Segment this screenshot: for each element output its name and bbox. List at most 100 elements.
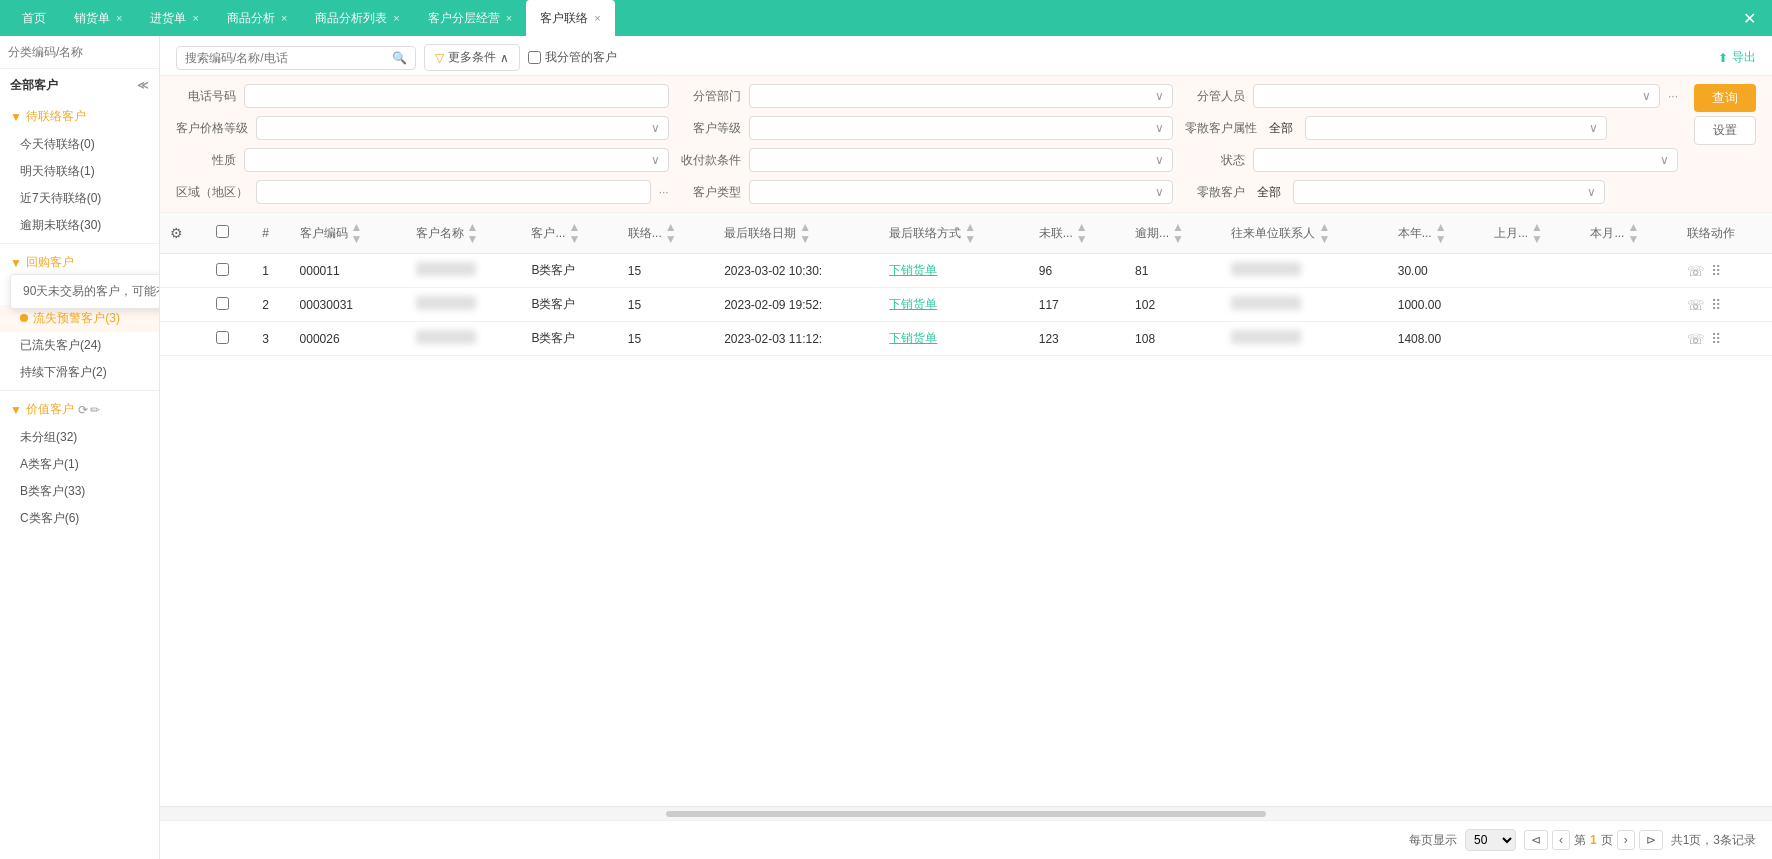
main-search-icon[interactable]: 🔍 (392, 51, 407, 65)
contact-icon[interactable]: ☏ (1687, 331, 1705, 347)
status-select[interactable]: ∨ (1253, 148, 1678, 172)
dept-select[interactable]: ∨ (749, 84, 1174, 108)
select-all-checkbox[interactable] (216, 225, 229, 238)
sidebar-item-class-b[interactable]: B类客户(33) (0, 478, 159, 505)
prev-page-button[interactable]: ‹ (1552, 830, 1570, 850)
value-group-edit-icon[interactable]: ✏ (90, 403, 100, 417)
customer-level-select[interactable]: ∨ (749, 116, 1174, 140)
export-button[interactable]: ⬆ 导出 (1718, 49, 1756, 66)
col-contacts[interactable]: 联络... ▲▼ (618, 213, 714, 254)
sidebar-item-churned[interactable]: 已流失客户(24) (0, 332, 159, 359)
last-way-link[interactable]: 下销货单 (889, 331, 937, 345)
row-checkbox[interactable] (216, 297, 229, 310)
row-checkbox-cell[interactable] (206, 322, 252, 356)
contact-icon[interactable]: ☏ (1687, 263, 1705, 279)
app-close-button[interactable]: ✕ (1735, 9, 1764, 28)
col-last-month[interactable]: 上月... ▲▼ (1484, 213, 1580, 254)
row-last-way-cell[interactable]: 下销货单 (879, 288, 1028, 322)
region-input[interactable] (256, 180, 651, 204)
row-checkbox[interactable] (216, 331, 229, 344)
price-level-select[interactable]: ∨ (256, 116, 669, 140)
sidebar-item-overdue[interactable]: 逾期未联络(30) (0, 212, 159, 239)
tab-home[interactable]: 首页 (8, 0, 60, 36)
col-this-month[interactable]: 本月... ▲▼ (1580, 213, 1676, 254)
tab-close-purchase-order[interactable]: × (192, 12, 198, 24)
manager-select[interactable]: ∨ (1253, 84, 1660, 108)
payment-select[interactable]: ∨ (749, 148, 1174, 172)
tab-close-sales-order[interactable]: × (116, 12, 122, 24)
col-name[interactable]: 客户名称 ▲▼ (406, 213, 522, 254)
main-search-input[interactable] (185, 51, 392, 65)
horizontal-scrollbar[interactable] (160, 806, 1772, 820)
tab-product-analysis-list[interactable]: 商品分析列表 × (301, 0, 413, 36)
col-last-contact-way[interactable]: 最后联络方式 ▲▼ (879, 213, 1028, 254)
more-conditions-button[interactable]: ▽ 更多条件 ∧ (424, 44, 520, 71)
last-way-link[interactable]: 下销货单 (889, 297, 937, 311)
filter-field-manager: 分管人员 ∨ ··· (1185, 84, 1678, 108)
settings-button[interactable]: 设置 (1694, 116, 1756, 145)
more-actions-icon[interactable]: ⠿ (1711, 331, 1721, 347)
col-type[interactable]: 客户... ▲▼ (521, 213, 617, 254)
manager-more-icon[interactable]: ··· (1668, 89, 1678, 103)
gender-select[interactable]: ∨ (244, 148, 669, 172)
row-last-way-cell[interactable]: 下销货单 (879, 322, 1028, 356)
col-overdue[interactable]: 逾期... ▲▼ (1125, 213, 1221, 254)
tab-customer-tier[interactable]: 客户分层经营 × (414, 0, 526, 36)
tab-close-product-analysis-list[interactable]: × (393, 12, 399, 24)
sidebar-item-today[interactable]: 今天待联络(0) (0, 131, 159, 158)
filter-field-zero-customer: 零散客户 全部 ∨ (1185, 180, 1678, 204)
tab-sales-order[interactable]: 销货单 × (60, 0, 136, 36)
row-name-cell (406, 254, 522, 288)
row-checkbox[interactable] (216, 263, 229, 276)
col-code[interactable]: 客户编码 ▲▼ (290, 213, 406, 254)
col-checkbox[interactable] (206, 213, 252, 254)
sidebar-group-repurchase-title[interactable]: ▼ 回购客户 (0, 248, 159, 277)
sidebar-item-declining[interactable]: 持续下滑客户(2) (0, 359, 159, 386)
my-customers-check[interactable] (528, 51, 541, 64)
sidebar-item-class-c[interactable]: C类客户(6) (0, 505, 159, 532)
region-more-icon[interactable]: ··· (659, 185, 669, 199)
tab-customer-contact[interactable]: 客户联络 × (526, 0, 614, 36)
col-last-contact-date[interactable]: 最后联络日期 ▲▼ (714, 213, 879, 254)
tab-product-analysis[interactable]: 商品分析 × (213, 0, 301, 36)
sidebar-item-ungrouped[interactable]: 未分组(32) (0, 424, 159, 451)
row-checkbox-cell[interactable] (206, 254, 252, 288)
sidebar-group-value-title[interactable]: ▼ 价值客户 ⟳ ✏ (0, 395, 159, 424)
per-page-select[interactable]: 50 100 200 (1465, 829, 1516, 851)
first-page-button[interactable]: ⊲ (1524, 830, 1548, 850)
sidebar-all-customers[interactable]: 全部客户 ≪ (0, 69, 159, 102)
phone-input[interactable] (244, 84, 669, 108)
next-page-button[interactable]: › (1617, 830, 1635, 850)
my-customers-checkbox[interactable]: 我分管的客户 (528, 49, 617, 66)
col-settings[interactable]: ⚙ (160, 213, 206, 254)
sidebar-item-class-a[interactable]: A类客户(1) (0, 451, 159, 478)
zero-customer-select[interactable]: ∨ (1293, 180, 1604, 204)
scrollbar-thumb[interactable] (666, 811, 1266, 817)
table-settings-icon[interactable]: ⚙ (170, 225, 183, 241)
tab-purchase-order[interactable]: 进货单 × (136, 0, 212, 36)
col-unit-contacts[interactable]: 往来单位联系人 ▲▼ (1221, 213, 1387, 254)
last-way-link[interactable]: 下销货单 (889, 263, 937, 277)
sidebar-group-pending-title[interactable]: ▼ 待联络客户 (0, 102, 159, 131)
zero-attr-select[interactable]: ∨ (1305, 116, 1607, 140)
tab-close-product-analysis[interactable]: × (281, 12, 287, 24)
tab-close-customer-tier[interactable]: × (506, 12, 512, 24)
more-actions-icon[interactable]: ⠿ (1711, 297, 1721, 313)
last-page-button[interactable]: ⊳ (1639, 830, 1663, 850)
col-this-year[interactable]: 本年... ▲▼ (1388, 213, 1484, 254)
sidebar-item-7days[interactable]: 近7天待联络(0) (0, 185, 159, 212)
col-no-contact[interactable]: 未联... ▲▼ (1029, 213, 1125, 254)
tab-close-customer-contact[interactable]: × (594, 12, 600, 24)
sidebar-item-tomorrow[interactable]: 明天待联络(1) (0, 158, 159, 185)
sidebar-search-input[interactable] (8, 45, 158, 59)
value-group-settings-icon[interactable]: ⟳ (78, 403, 88, 417)
contact-icon[interactable]: ☏ (1687, 297, 1705, 313)
row-checkbox-cell[interactable] (206, 288, 252, 322)
sidebar-item-churn-warning[interactable]: 流失预警客户(3) (0, 305, 159, 332)
customer-type-select[interactable]: ∨ (749, 180, 1174, 204)
sort-arrows-overdue: ▲▼ (1172, 221, 1184, 245)
more-actions-icon[interactable]: ⠿ (1711, 263, 1721, 279)
row-last-way-cell[interactable]: 下销货单 (879, 254, 1028, 288)
query-button[interactable]: 查询 (1694, 84, 1756, 112)
filter-field-customer-type: 客户类型 ∨ (681, 180, 1174, 204)
